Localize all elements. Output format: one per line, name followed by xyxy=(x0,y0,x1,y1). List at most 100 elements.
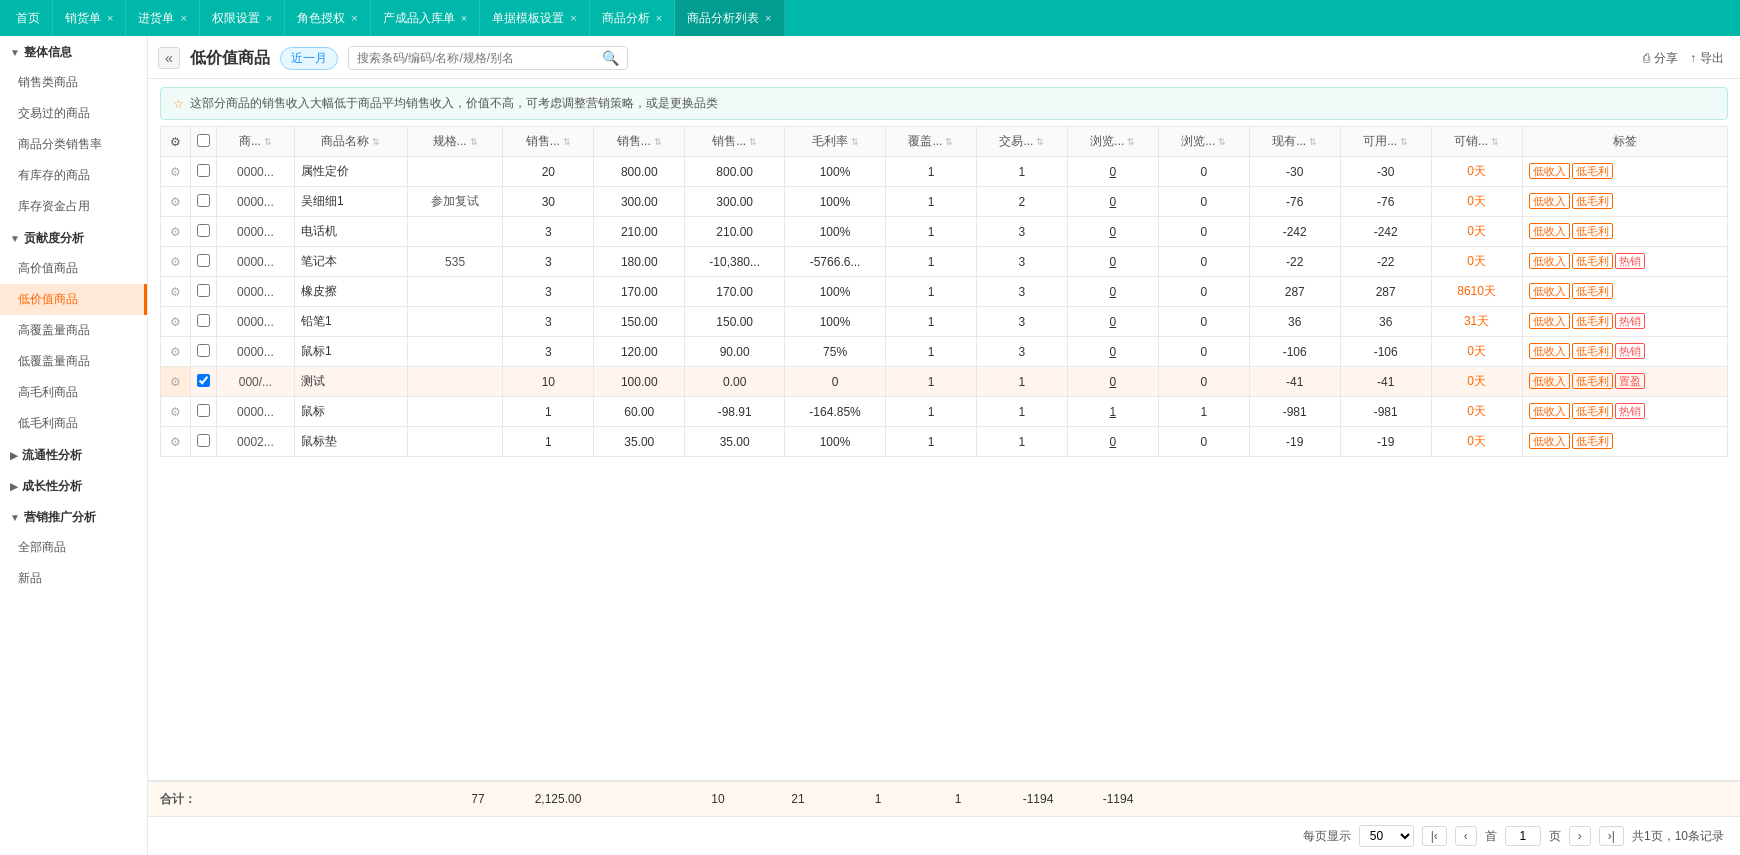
close-icon[interactable]: × xyxy=(461,12,467,24)
spec-col-header: 规格... ⇅ xyxy=(407,127,503,157)
sort-icon[interactable]: ⇅ xyxy=(749,137,757,147)
sort-icon[interactable]: ⇅ xyxy=(563,137,571,147)
sort-icon[interactable]: ⇅ xyxy=(264,137,272,147)
search-input[interactable] xyxy=(357,51,602,65)
sidebar-item-all-products[interactable]: 全部商品 xyxy=(0,532,147,563)
sort-icon[interactable]: ⇅ xyxy=(372,137,380,147)
browse1-link[interactable]: 0 xyxy=(1110,195,1117,209)
nav-product-analysis[interactable]: 商品分析 × xyxy=(590,0,675,36)
nav-product-stock[interactable]: 产成品入库单 × xyxy=(371,0,480,36)
sidebar-section-marketing[interactable]: ▼ 营销推广分析 xyxy=(0,501,147,532)
sidebar-section-overall[interactable]: ▼ 整体信息 xyxy=(0,36,147,67)
sidebar-section-growth[interactable]: ▶ 成长性分析 xyxy=(0,470,147,501)
sort-icon[interactable]: ⇅ xyxy=(851,137,859,147)
sort-icon[interactable]: ⇅ xyxy=(1400,137,1408,147)
row-checkbox[interactable] xyxy=(197,374,210,387)
row-settings[interactable]: ⚙ xyxy=(161,367,191,397)
sidebar-item-sales-products[interactable]: 销售类商品 xyxy=(0,67,147,98)
nav-purchase-order[interactable]: 进货单 × xyxy=(126,0,199,36)
row-current: 287 xyxy=(1249,277,1340,307)
row-browse2: 0 xyxy=(1158,427,1249,457)
browse1-link[interactable]: 0 xyxy=(1110,165,1117,179)
sidebar-item-high-margin[interactable]: 高毛利商品 xyxy=(0,377,147,408)
page-number-input[interactable] xyxy=(1505,826,1541,846)
sort-icon[interactable]: ⇅ xyxy=(1218,137,1226,147)
sort-icon[interactable]: ⇅ xyxy=(1127,137,1135,147)
row-settings[interactable]: ⚙ xyxy=(161,397,191,427)
row-gross-rate: -5766.6... xyxy=(785,247,886,277)
row-settings[interactable]: ⚙ xyxy=(161,247,191,277)
close-icon[interactable]: × xyxy=(266,12,272,24)
close-icon[interactable]: × xyxy=(107,12,113,24)
browse1-link[interactable]: 0 xyxy=(1110,345,1117,359)
sort-icon[interactable]: ⇅ xyxy=(945,137,953,147)
browse1-link[interactable]: 1 xyxy=(1110,405,1117,419)
select-all-checkbox[interactable] xyxy=(197,134,210,147)
sort-icon[interactable]: ⇅ xyxy=(1491,137,1499,147)
sidebar-item-traded-products[interactable]: 交易过的商品 xyxy=(0,98,147,129)
close-icon[interactable]: × xyxy=(180,12,186,24)
sidebar-item-stocked-products[interactable]: 有库存的商品 xyxy=(0,160,147,191)
row-checkbox[interactable] xyxy=(197,344,210,357)
last-page-button[interactable]: ›| xyxy=(1599,826,1624,846)
row-settings[interactable]: ⚙ xyxy=(161,217,191,247)
row-checkbox[interactable] xyxy=(197,404,210,417)
nav-product-analysis-list[interactable]: 商品分析列表 × xyxy=(675,0,784,36)
row-settings[interactable]: ⚙ xyxy=(161,157,191,187)
sidebar-item-low-value[interactable]: 低价值商品 xyxy=(0,284,147,315)
share-button[interactable]: ⎙ 分享 xyxy=(1643,50,1678,67)
close-icon[interactable]: × xyxy=(656,12,662,24)
row-coverage: 1 xyxy=(886,427,977,457)
row-settings[interactable]: ⚙ xyxy=(161,187,191,217)
browse1-link[interactable]: 0 xyxy=(1110,435,1117,449)
settings-col-header[interactable]: ⚙ xyxy=(161,127,191,157)
sidebar-item-new-products[interactable]: 新品 xyxy=(0,563,147,594)
export-button[interactable]: ↑ 导出 xyxy=(1690,50,1724,67)
browse1-link[interactable]: 0 xyxy=(1110,255,1117,269)
nav-role-auth[interactable]: 角色授权 × xyxy=(285,0,370,36)
sort-icon[interactable]: ⇅ xyxy=(654,137,662,147)
browse1-link[interactable]: 0 xyxy=(1110,285,1117,299)
sort-icon[interactable]: ⇅ xyxy=(1036,137,1044,147)
sidebar-item-stock-capital[interactable]: 库存资金占用 xyxy=(0,191,147,222)
row-settings[interactable]: ⚙ xyxy=(161,307,191,337)
close-icon[interactable]: × xyxy=(570,12,576,24)
row-checkbox[interactable] xyxy=(197,194,210,207)
row-settings[interactable]: ⚙ xyxy=(161,427,191,457)
sidebar-item-low-coverage[interactable]: 低覆盖量商品 xyxy=(0,346,147,377)
row-checkbox[interactable] xyxy=(197,164,210,177)
nav-voucher-template[interactable]: 单据模板设置 × xyxy=(480,0,589,36)
filter-period-button[interactable]: 近一月 xyxy=(280,47,338,70)
search-icon[interactable]: 🔍 xyxy=(602,50,619,66)
row-settings[interactable]: ⚙ xyxy=(161,277,191,307)
prev-page-button[interactable]: ‹ xyxy=(1455,826,1477,846)
row-checkbox[interactable] xyxy=(197,254,210,267)
nav-sales-order[interactable]: 销货单 × xyxy=(53,0,126,36)
row-checkbox[interactable] xyxy=(197,314,210,327)
sidebar-section-contribution[interactable]: ▼ 贡献度分析 xyxy=(0,222,147,253)
first-page-button[interactable]: |‹ xyxy=(1422,826,1447,846)
nav-permission-settings[interactable]: 权限设置 × xyxy=(200,0,285,36)
browse1-link[interactable]: 0 xyxy=(1110,375,1117,389)
row-checkbox[interactable] xyxy=(197,224,210,237)
sort-icon[interactable]: ⇅ xyxy=(1309,137,1317,147)
browse1-link[interactable]: 0 xyxy=(1110,315,1117,329)
sidebar-item-category-sales-rate[interactable]: 商品分类销售率 xyxy=(0,129,147,160)
sidebar-item-high-coverage[interactable]: 高覆盖量商品 xyxy=(0,315,147,346)
row-tags: 低收入低毛利 xyxy=(1522,187,1727,217)
sidebar-section-liquidity[interactable]: ▶ 流通性分析 xyxy=(0,439,147,470)
sort-icon[interactable]: ⇅ xyxy=(470,137,478,147)
sidebar-item-low-margin[interactable]: 低毛利商品 xyxy=(0,408,147,439)
sidebar-item-high-value[interactable]: 高价值商品 xyxy=(0,253,147,284)
row-checkbox[interactable] xyxy=(197,434,210,447)
browse1-link[interactable]: 0 xyxy=(1110,225,1117,239)
row-settings[interactable]: ⚙ xyxy=(161,337,191,367)
next-page-button[interactable]: › xyxy=(1569,826,1591,846)
close-icon[interactable]: × xyxy=(351,12,357,24)
close-icon[interactable]: × xyxy=(765,12,771,24)
page-size-select[interactable]: 50 100 200 xyxy=(1359,825,1414,847)
row-checkbox[interactable] xyxy=(197,284,210,297)
nav-home[interactable]: 首页 xyxy=(4,0,53,36)
sidebar-collapse-button[interactable]: « xyxy=(158,47,180,69)
row-sales-qty: 3 xyxy=(503,247,594,277)
